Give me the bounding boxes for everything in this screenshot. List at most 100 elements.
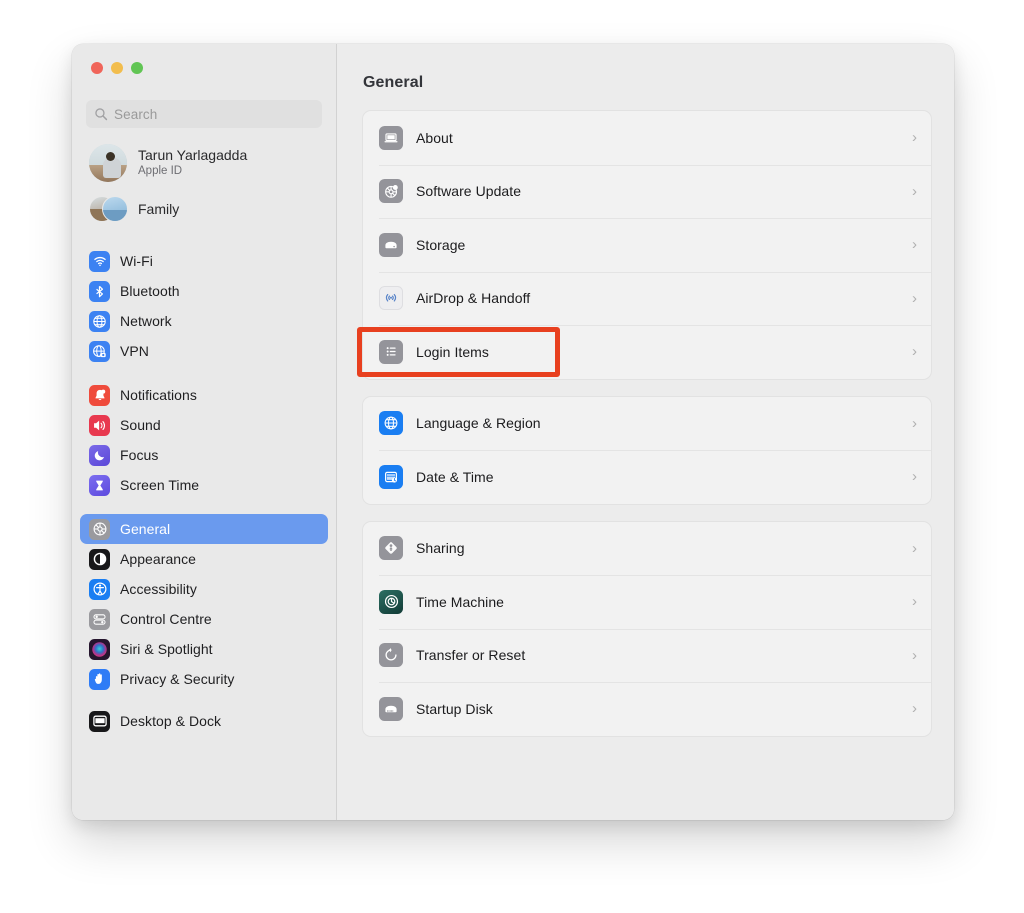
sidebar-item-accessibility[interactable]: Accessibility (80, 574, 328, 604)
settings-group-locale: Language & Region › Date & Time › (362, 395, 932, 505)
family-label: Family (138, 200, 180, 217)
gear-badge-icon (379, 179, 403, 204)
sidebar-scroll-fade (72, 794, 336, 820)
hand-icon (89, 668, 110, 690)
globe-icon (379, 411, 403, 436)
time-machine-icon (379, 589, 403, 614)
search-icon (95, 108, 108, 121)
close-button[interactable] (91, 62, 103, 74)
settings-row-transfer-or-reset[interactable]: Transfer or Reset › (363, 628, 931, 683)
sidebar-item-label: Accessibility (120, 581, 197, 597)
sidebar-group-network: Wi-Fi Bluetooth Network VPN (80, 246, 328, 366)
window-controls (80, 44, 328, 94)
airdrop-icon (379, 286, 403, 311)
sidebar-item-screen-time[interactable]: Screen Time (80, 470, 328, 500)
sidebar-item-label: Control Centre (120, 611, 212, 627)
sidebar-item-label: Appearance (120, 551, 197, 567)
avatar (89, 144, 127, 182)
page-title: General (363, 74, 424, 91)
bell-icon (89, 384, 110, 406)
chevron-right-icon: › (912, 182, 917, 200)
accessibility-icon (89, 578, 110, 600)
control-centre-icon (89, 608, 110, 630)
sidebar-group-desktop: Desktop & Dock (80, 706, 328, 736)
sidebar-item-label: Bluetooth (120, 283, 180, 299)
settings-row-label: Software Update (416, 183, 522, 200)
family-row[interactable]: Family (80, 186, 328, 232)
chevron-right-icon: › (912, 129, 917, 147)
globe-icon (89, 310, 110, 332)
chevron-right-icon: › (912, 289, 917, 307)
sidebar-item-label: Sound (120, 417, 161, 433)
chevron-right-icon: › (912, 539, 917, 557)
settings-row-time-machine[interactable]: Time Machine › (363, 575, 931, 629)
sidebar-item-general[interactable]: General (80, 514, 328, 544)
sidebar-item-label: VPN (120, 343, 149, 359)
chevron-right-icon: › (912, 414, 917, 432)
sidebar-item-label: General (120, 521, 171, 537)
sidebar-item-focus[interactable]: Focus (80, 440, 328, 470)
zoom-button[interactable] (131, 62, 143, 74)
sidebar-item-label: Wi-Fi (120, 253, 153, 269)
settings-row-storage[interactable]: Storage › (363, 218, 931, 272)
disk-icon (379, 232, 403, 257)
settings-group-system-info: About › Software Update › Storage › AirD… (362, 110, 932, 380)
settings-row-label: Date & Time (416, 468, 494, 485)
siri-icon (89, 638, 110, 660)
settings-row-label: Transfer or Reset (416, 647, 526, 664)
sidebar-item-siri-spotlight[interactable]: Siri & Spotlight (80, 634, 328, 664)
chevron-right-icon: › (912, 700, 917, 718)
startup-disk-icon (379, 696, 403, 721)
settings-row-language-region[interactable]: Language & Region › (363, 397, 931, 451)
sidebar-item-network[interactable]: Network (80, 306, 328, 336)
settings-row-label: Login Items (416, 343, 489, 360)
settings-row-software-update[interactable]: Software Update › (363, 164, 931, 219)
speaker-icon (89, 414, 110, 436)
settings-row-startup-disk[interactable]: Startup Disk › (363, 682, 931, 736)
settings-row-login-items[interactable]: Login Items › (363, 325, 931, 379)
settings-row-sharing[interactable]: Sharing › (363, 522, 931, 576)
settings-row-label: Sharing (416, 540, 465, 557)
list-icon (379, 339, 403, 364)
desktop-dock-icon (89, 710, 110, 732)
sidebar-item-appearance[interactable]: Appearance (80, 544, 328, 574)
gear-icon (89, 518, 110, 540)
hourglass-icon (89, 474, 110, 496)
sidebar-item-control-centre[interactable]: Control Centre (80, 604, 328, 634)
account-block: Tarun Yarlagadda Apple ID Family (80, 140, 328, 232)
calendar-icon (379, 464, 403, 489)
reset-icon (379, 643, 403, 668)
chevron-right-icon: › (912, 593, 917, 611)
sidebar-item-vpn[interactable]: VPN (80, 336, 328, 366)
wifi-icon (89, 250, 110, 272)
laptop-icon (379, 125, 403, 150)
sidebar-item-wi-fi[interactable]: Wi-Fi (80, 246, 328, 276)
sidebar-item-notifications[interactable]: Notifications (80, 380, 328, 410)
sidebar: Search Tarun Yarlagadda Apple ID Family … (72, 44, 337, 820)
apple-id-row[interactable]: Tarun Yarlagadda Apple ID (80, 140, 328, 186)
appearance-icon (89, 548, 110, 570)
sidebar-item-sound[interactable]: Sound (80, 410, 328, 440)
sidebar-item-label: Network (120, 313, 172, 329)
settings-row-label: Startup Disk (416, 700, 493, 717)
sidebar-item-privacy-security[interactable]: Privacy & Security (80, 664, 328, 694)
settings-row-airdrop-handoff[interactable]: AirDrop & Handoff › (363, 271, 931, 326)
sidebar-group-alerts: Notifications Sound Focus Screen Time (80, 380, 328, 500)
chevron-right-icon: › (912, 646, 917, 664)
sidebar-item-label: Privacy & Security (120, 671, 235, 687)
search-placeholder: Search (114, 106, 158, 122)
sharing-icon (379, 536, 403, 561)
settings-row-date-time[interactable]: Date & Time › (363, 450, 931, 504)
settings-row-about[interactable]: About › (363, 111, 931, 165)
sidebar-group-system: General Appearance Accessibility Control… (80, 514, 328, 694)
sidebar-item-bluetooth[interactable]: Bluetooth (80, 276, 328, 306)
moon-icon (89, 444, 110, 466)
account-subtitle: Apple ID (138, 164, 183, 177)
account-name: Tarun Yarlagadda (138, 147, 248, 164)
settings-row-label: Time Machine (416, 593, 504, 610)
search-input[interactable]: Search (86, 100, 322, 128)
sidebar-item-desktop-dock[interactable]: Desktop & Dock (80, 706, 328, 736)
settings-row-label: About (416, 129, 453, 146)
system-settings-window: Search Tarun Yarlagadda Apple ID Family … (72, 44, 954, 820)
minimize-button[interactable] (111, 62, 123, 74)
